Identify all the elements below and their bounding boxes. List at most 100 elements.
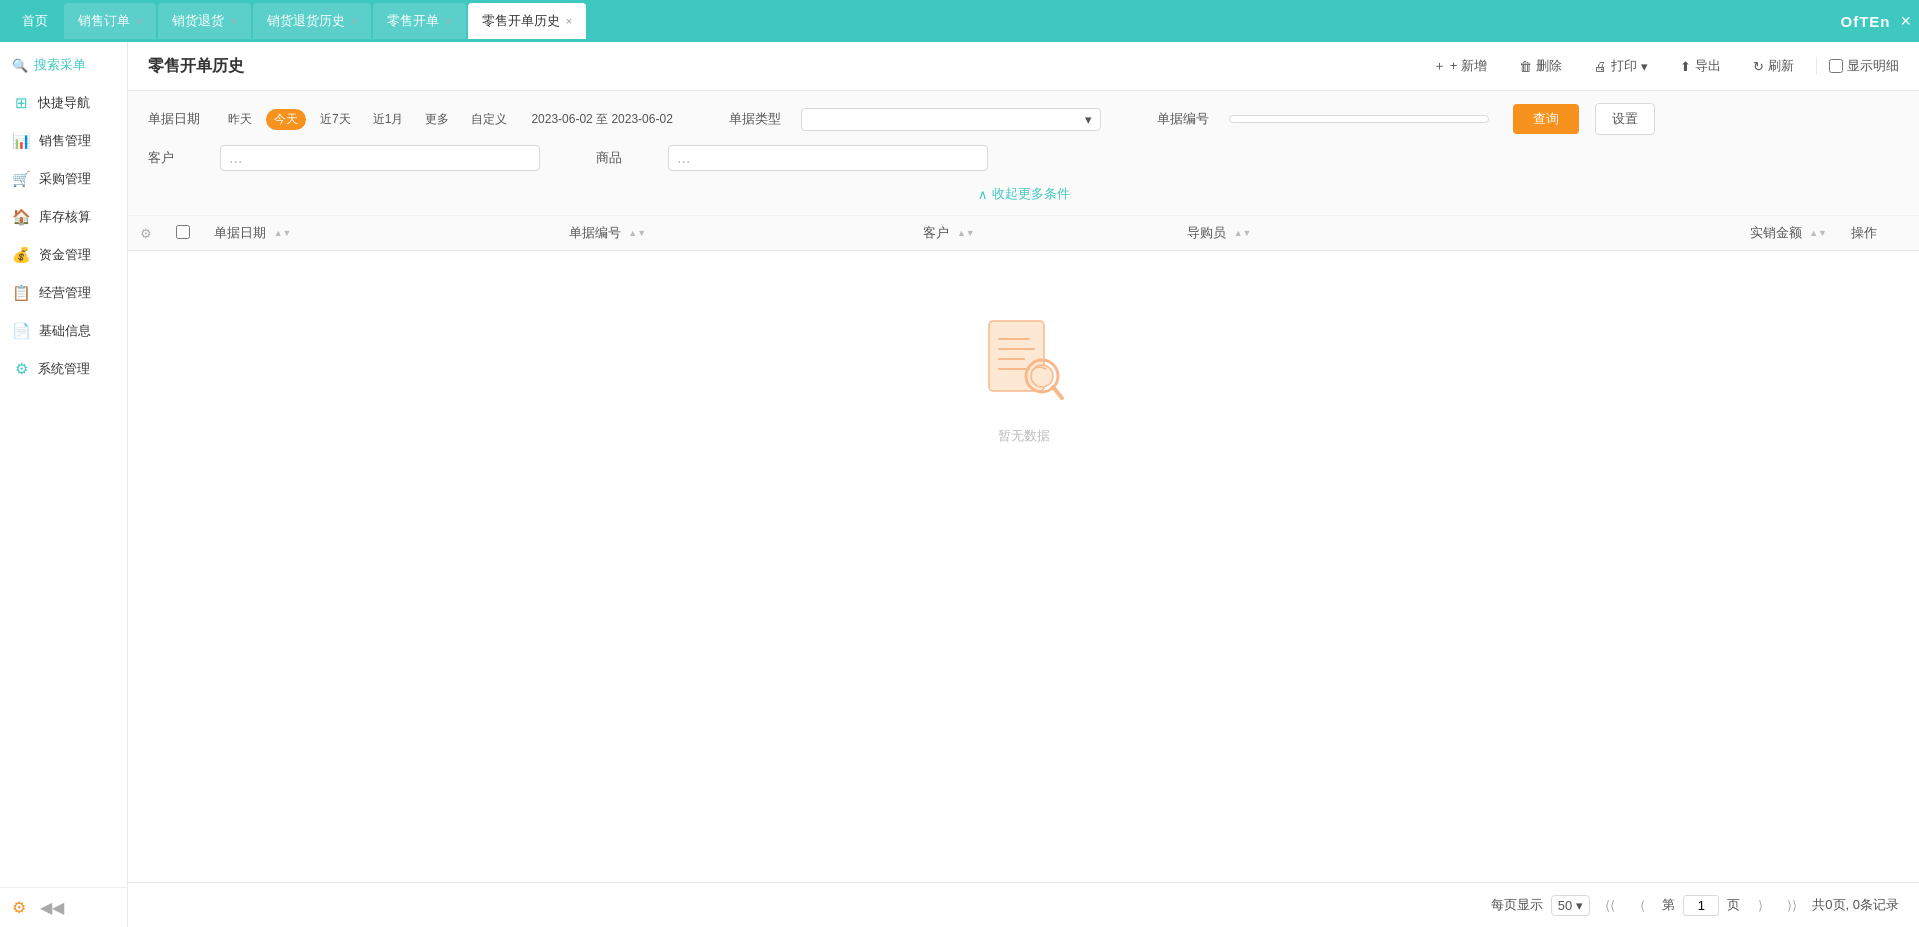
customer-ellipsis[interactable]: ... (229, 149, 242, 167)
filter-area: 单据日期 昨天 今天 近7天 近1月 更多 自定义 2023-06-02 至 2… (128, 91, 1919, 216)
th-customer[interactable]: 客户 ▲▼ (911, 216, 1175, 251)
th-doc-date[interactable]: 单据日期 ▲▼ (202, 216, 557, 251)
svg-line-7 (1053, 387, 1062, 398)
date-range-display: 2023-06-02 至 2023-06-02 (531, 111, 672, 128)
doc-date-sort-icon[interactable]: ▲▼ (274, 229, 292, 239)
page-input[interactable] (1683, 895, 1719, 916)
tab-retail-open[interactable]: 零售开单 × (373, 3, 465, 39)
table-settings-icon[interactable]: ⚙ (140, 226, 152, 241)
query-button[interactable]: 查询 (1513, 104, 1579, 134)
customer-input[interactable]: ... (220, 145, 540, 171)
sidebar-item-sales-mgmt[interactable]: 📊 销售管理 (0, 122, 127, 160)
th-amount[interactable]: 实销金额 ▲▼ (1484, 216, 1839, 251)
delete-icon: 🗑 (1519, 59, 1532, 74)
data-table: ⚙ 单据日期 ▲▼ 单据编号 ▲▼ (128, 216, 1919, 505)
tab-sales-return[interactable]: 销货退货 × (158, 3, 250, 39)
sidebar-item-quick-nav[interactable]: ⊞ 快捷导航 (0, 84, 127, 122)
first-page-button[interactable]: ⟨⟨ (1598, 893, 1622, 917)
customer-sort-icon[interactable]: ▲▼ (957, 229, 975, 239)
th-salesperson[interactable]: 导购员 ▲▼ (1175, 216, 1484, 251)
per-page-label: 每页显示 (1491, 896, 1543, 914)
settings-button[interactable]: 设置 (1595, 103, 1655, 135)
custom-btn[interactable]: 自定义 (463, 109, 515, 130)
toolbar: ＋ + 新增 🗑 删除 🖨 打印 ▾ ⬆ 导出 ↻ (1423, 52, 1899, 80)
table-area: ⚙ 单据日期 ▲▼ 单据编号 ▲▼ (128, 216, 1919, 882)
collapse-up-icon: ∧ (978, 187, 988, 202)
sidebar-item-basic-info[interactable]: 📄 基础信息 (0, 312, 127, 350)
empty-text: 暂无数据 (998, 427, 1050, 445)
tab-sales-order[interactable]: 销售订单 × (64, 3, 156, 39)
refresh-icon: ↻ (1753, 59, 1764, 74)
filter-row-1: 单据日期 昨天 今天 近7天 近1月 更多 自定义 2023-06-02 至 2… (148, 103, 1899, 135)
tab-retail-open-history[interactable]: 零售开单历史 × (468, 3, 586, 39)
page-label: 第 (1662, 896, 1675, 914)
collapse-sidebar-icon[interactable]: ◀◀ (40, 898, 64, 917)
doc-type-select[interactable]: ▾ (801, 108, 1101, 131)
today-btn[interactable]: 今天 (266, 109, 306, 130)
print-icon: 🖨 (1594, 59, 1607, 74)
inventory-icon: 🏠 (12, 208, 31, 226)
sidebar-item-purchase-mgmt[interactable]: 🛒 采购管理 (0, 160, 127, 198)
more-btn[interactable]: 更多 (417, 109, 457, 130)
search-icon: 🔍 (12, 58, 28, 73)
doc-no-label: 单据编号 (1157, 110, 1213, 128)
close-tab-retail-open-history[interactable]: × (566, 15, 572, 27)
window-close-button[interactable]: × (1900, 11, 1911, 32)
brand-name: OfTEn (1840, 13, 1890, 30)
close-tab-sales-order[interactable]: × (136, 15, 142, 27)
product-input[interactable]: ... (668, 145, 988, 171)
finance-icon: 💰 (12, 246, 31, 264)
sidebar-search[interactable]: 🔍 搜索采单 (0, 50, 127, 84)
settings-gear-icon[interactable]: ⚙ (12, 898, 26, 917)
sys-mgmt-icon: ⚙ (12, 360, 30, 378)
add-button[interactable]: ＋ + 新增 (1423, 52, 1497, 80)
last-page-button[interactable]: ⟩⟩ (1780, 893, 1804, 917)
per-page-select[interactable]: 50 ▾ (1551, 895, 1590, 916)
refresh-button[interactable]: ↻ 刷新 (1743, 52, 1804, 80)
quick-nav-icon: ⊞ (12, 94, 30, 112)
print-button[interactable]: 🖨 打印 ▾ (1584, 52, 1658, 80)
collapse-filter-button[interactable]: ∧ 收起更多条件 (148, 181, 1899, 211)
per-page-dropdown-icon: ▾ (1576, 898, 1583, 913)
top-nav: 首页 销售订单 × 销货退货 × 销货退货历史 × 零售开单 × 零售开单历史 … (0, 0, 1919, 42)
select-all-checkbox[interactable] (176, 225, 190, 239)
customer-label: 客户 (148, 149, 204, 167)
yesterday-btn[interactable]: 昨天 (220, 109, 260, 130)
prev-page-button[interactable]: ⟨ (1630, 893, 1654, 917)
product-ellipsis[interactable]: ... (677, 149, 690, 167)
sidebar-item-operations[interactable]: 📋 经营管理 (0, 274, 127, 312)
delete-button[interactable]: 🗑 删除 (1509, 52, 1572, 80)
doc-no-input[interactable] (1229, 115, 1489, 123)
sidebar-item-inventory[interactable]: 🏠 库存核算 (0, 198, 127, 236)
last1m-btn[interactable]: 近1月 (365, 109, 412, 130)
page-header: 零售开单历史 ＋ + 新增 🗑 删除 🖨 打印 ▾ ⬆ 导出 (128, 42, 1919, 91)
export-button[interactable]: ⬆ 导出 (1670, 52, 1731, 80)
empty-illustration (974, 311, 1074, 411)
close-tab-retail-open[interactable]: × (445, 15, 451, 27)
salesperson-sort-icon[interactable]: ▲▼ (1234, 229, 1252, 239)
doc-no-sort-icon[interactable]: ▲▼ (628, 229, 646, 239)
close-tab-sales-return-history[interactable]: × (351, 15, 357, 27)
last7-btn[interactable]: 近7天 (312, 109, 359, 130)
sidebar-item-finance[interactable]: 💰 资金管理 (0, 236, 127, 274)
table-header-row: ⚙ 单据日期 ▲▼ 单据编号 ▲▼ (128, 216, 1919, 251)
th-doc-no[interactable]: 单据编号 ▲▼ (557, 216, 912, 251)
next-page-button[interactable]: ⟩ (1748, 893, 1772, 917)
tab-home[interactable]: 首页 (8, 3, 62, 39)
amount-sort-icon[interactable]: ▲▼ (1809, 229, 1827, 239)
add-icon: ＋ (1433, 57, 1446, 75)
show-detail-container: 显示明细 (1829, 57, 1899, 75)
content-area: 零售开单历史 ＋ + 新增 🗑 删除 🖨 打印 ▾ ⬆ 导出 (128, 42, 1919, 927)
export-icon: ⬆ (1680, 59, 1691, 74)
tab-sales-return-history[interactable]: 销货退货历史 × (253, 3, 371, 39)
empty-state-row: 暂无数据 (128, 251, 1919, 506)
close-tab-sales-return[interactable]: × (230, 15, 236, 27)
main-layout: 🔍 搜索采单 ⊞ 快捷导航 📊 销售管理 🛒 采购管理 🏠 库存核算 💰 资金管… (0, 42, 1919, 927)
operations-icon: 📋 (12, 284, 31, 302)
th-checkbox (164, 216, 202, 251)
filter-row-2: 客户 ... 商品 ... (148, 145, 1899, 171)
print-dropdown-icon: ▾ (1641, 59, 1648, 74)
sidebar-item-sys-mgmt[interactable]: ⚙ 系统管理 (0, 350, 127, 388)
show-detail-checkbox[interactable] (1829, 59, 1843, 73)
sidebar-bottom: ⚙ ◀◀ (0, 887, 127, 927)
